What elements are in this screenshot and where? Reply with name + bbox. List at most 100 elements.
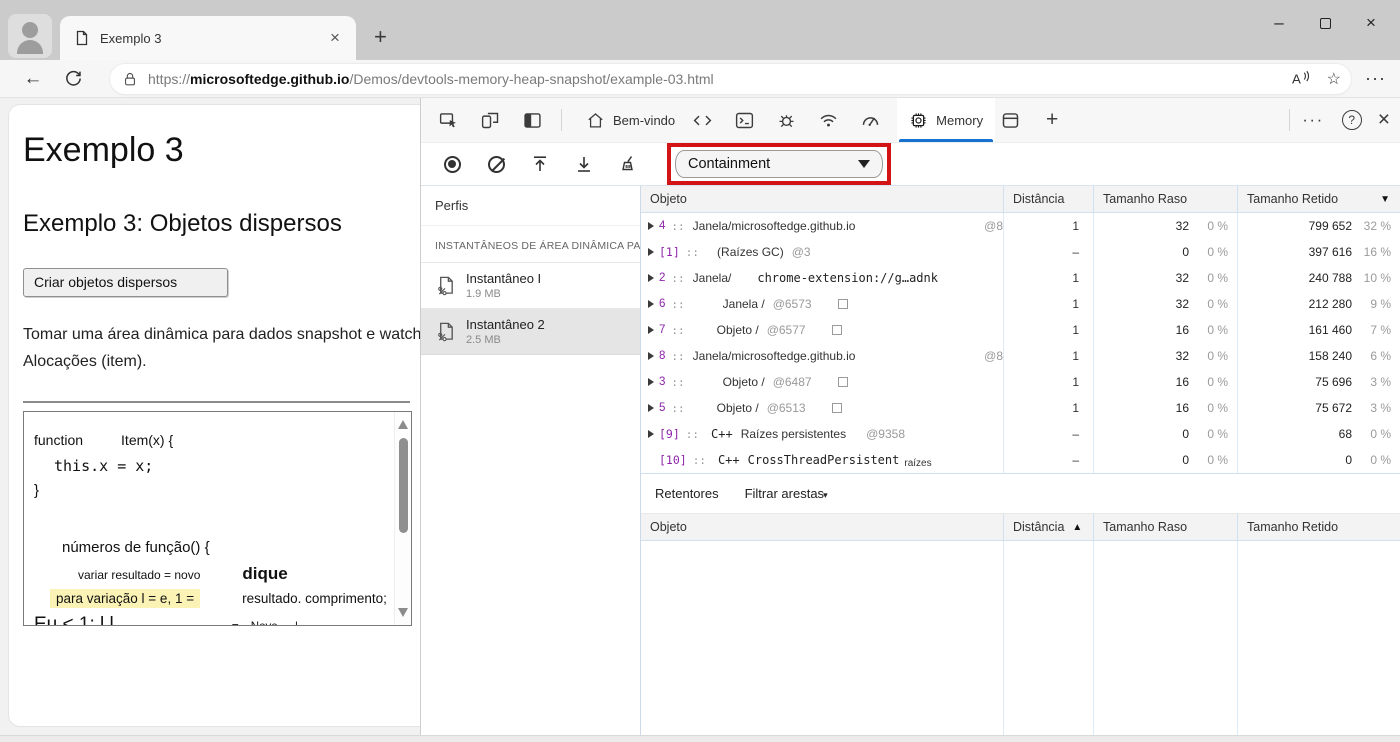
shallow-percent: 0 % bbox=[1189, 219, 1237, 233]
cell-distance: 1 bbox=[1004, 291, 1094, 317]
cell-distance: 1 bbox=[1004, 369, 1094, 395]
tab-performance-icon[interactable] bbox=[855, 105, 885, 135]
expand-icon[interactable] bbox=[648, 274, 654, 282]
cell-distance: 1 bbox=[1004, 343, 1094, 369]
maximize-button[interactable] bbox=[1302, 6, 1348, 40]
window-bottom-edge bbox=[0, 735, 1400, 742]
retained-percent: 0 % bbox=[1352, 453, 1400, 467]
devtools-more-icon[interactable]: ··· bbox=[1302, 110, 1323, 130]
shallow-value: 32 bbox=[1094, 349, 1189, 363]
heap-table-header: Objeto Distância Tamanho Raso Tamanho Re… bbox=[641, 186, 1400, 213]
code-line: Eu < 1; l l=Novo.| bbox=[34, 614, 387, 626]
profile-avatar[interactable] bbox=[8, 14, 52, 58]
browser-tab[interactable]: Exemplo 3 × bbox=[60, 16, 356, 60]
code-text: variar resultado = novo bbox=[78, 568, 200, 582]
column-object[interactable]: Objeto bbox=[641, 186, 1004, 212]
avatar-icon bbox=[22, 22, 38, 38]
code-block: functionItem(x) {this.x = x;}números de … bbox=[23, 411, 412, 626]
expand-icon[interactable] bbox=[648, 222, 654, 230]
snapshot-item[interactable]: Instantâneo I1.9 MB bbox=[421, 262, 640, 308]
column-retained-size[interactable]: Tamanho Retido ▼ bbox=[1238, 186, 1400, 212]
heap-row[interactable]: 7::Objeto /@65771160 %161 4607 % bbox=[641, 317, 1400, 343]
heap-row[interactable]: [1]::(Raízes GC)@3–00 %397 61616 % bbox=[641, 239, 1400, 265]
column-shallow-size[interactable]: Tamanho Raso bbox=[1094, 514, 1238, 540]
scroll-up-icon[interactable] bbox=[398, 420, 408, 429]
new-tab-button[interactable]: + bbox=[374, 24, 387, 50]
expand-icon[interactable] bbox=[648, 300, 654, 308]
retained-percent: 3 % bbox=[1352, 375, 1400, 389]
expand-icon[interactable] bbox=[648, 404, 654, 412]
column-distance[interactable]: Distância ▲ bbox=[1004, 514, 1094, 540]
expand-icon[interactable] bbox=[648, 326, 654, 334]
devtools-tabbar: Bem-vindo Memory bbox=[421, 98, 1400, 142]
expand-icon[interactable] bbox=[648, 248, 654, 256]
filter-edges-dropdown[interactable]: Filtrar arestas ▾ bbox=[745, 486, 828, 501]
device-emulation-icon[interactable] bbox=[475, 105, 505, 135]
expand-icon[interactable] bbox=[648, 430, 654, 438]
heap-row[interactable]: [9]::C++Raízes persistentes@9358–00 %680… bbox=[641, 421, 1400, 447]
object-index: 3 bbox=[659, 376, 665, 388]
heap-row[interactable]: 2::Janela/chrome-extension://g…adnk1320 … bbox=[641, 265, 1400, 291]
tab-welcome[interactable]: Bem-vindo bbox=[574, 98, 687, 142]
read-aloud-icon[interactable]: A bbox=[1290, 69, 1311, 88]
titlebar: Exemplo 3 × + – × bbox=[0, 0, 1400, 60]
dock-side-icon[interactable] bbox=[517, 105, 547, 135]
object-index: 5 bbox=[659, 402, 665, 414]
tab-elements-icon[interactable] bbox=[687, 105, 717, 135]
inspect-element-icon[interactable] bbox=[433, 105, 463, 135]
back-button[interactable]: ← bbox=[18, 68, 48, 90]
column-shallow-size[interactable]: Tamanho Raso bbox=[1094, 186, 1238, 212]
minimize-button[interactable]: – bbox=[1256, 6, 1302, 40]
memory-toolbar: Containment bbox=[421, 142, 1400, 186]
browser-more-icon[interactable]: ··· bbox=[1365, 68, 1386, 89]
column-distance[interactable]: Distância bbox=[1004, 186, 1094, 212]
webpage-pane: Exemplo 3 Exemplo 3: Objetos dispersos C… bbox=[0, 98, 420, 735]
heap-row[interactable]: 6::Janela /@65731320 %212 2809 % bbox=[641, 291, 1400, 317]
tab-console-icon[interactable] bbox=[729, 105, 759, 135]
heap-row[interactable]: 5::Objeto /@65131160 %75 6723 % bbox=[641, 395, 1400, 421]
heap-row[interactable]: 3::Objeto /@64871160 %75 6963 % bbox=[641, 369, 1400, 395]
shallow-percent: 0 % bbox=[1189, 323, 1237, 337]
more-tabs-plus-icon[interactable]: + bbox=[1037, 105, 1067, 135]
activity-bar-panel-icon[interactable] bbox=[995, 105, 1025, 135]
shallow-value: 0 bbox=[1094, 245, 1189, 259]
missing-glyph-box bbox=[838, 299, 848, 309]
scrollbar[interactable] bbox=[394, 412, 411, 625]
cell-distance: 1 bbox=[1004, 265, 1094, 291]
tab-close-icon[interactable]: × bbox=[324, 28, 346, 48]
code-text: Item(x) { bbox=[121, 432, 173, 448]
shallow-percent: 0 % bbox=[1189, 271, 1237, 285]
cell-object: 4::Janela/microsoftedge.github.io@8 bbox=[641, 213, 1004, 239]
cell-shallow-size: 00 % bbox=[1094, 421, 1238, 447]
close-button[interactable]: × bbox=[1348, 6, 1394, 40]
column-object[interactable]: Objeto bbox=[641, 514, 1004, 540]
create-objects-button[interactable]: Criar objetos dispersos bbox=[23, 268, 228, 297]
address-bar[interactable]: https://microsoftedge.github.io/Demos/de… bbox=[110, 64, 1351, 94]
favorites-star-icon[interactable]: ☆ bbox=[1327, 69, 1341, 89]
tab-debugger-icon[interactable] bbox=[771, 105, 801, 135]
object-name: Raízes persistentes bbox=[741, 427, 846, 441]
snapshot-item[interactable]: Instantâneo 22.5 MB bbox=[421, 308, 640, 355]
shallow-value: 16 bbox=[1094, 375, 1189, 389]
load-profile-icon[interactable] bbox=[529, 153, 551, 175]
shallow-percent: 0 % bbox=[1189, 401, 1237, 415]
scroll-thumb[interactable] bbox=[399, 438, 408, 533]
heap-snapshot-icon bbox=[435, 321, 456, 342]
record-snapshot-icon[interactable] bbox=[441, 153, 463, 175]
view-mode-select[interactable]: Containment bbox=[675, 150, 883, 178]
reload-button[interactable] bbox=[64, 69, 94, 88]
column-retained-size[interactable]: Tamanho Retido bbox=[1238, 514, 1400, 540]
help-icon[interactable]: ? bbox=[1342, 110, 1362, 130]
clear-icon[interactable] bbox=[485, 153, 507, 175]
devtools-close-icon[interactable]: × bbox=[1378, 108, 1390, 132]
tab-network-icon[interactable] bbox=[813, 105, 843, 135]
tab-memory[interactable]: Memory bbox=[897, 98, 995, 142]
heap-row[interactable]: 8::Janela/microsoftedge.github.io@81320 … bbox=[641, 343, 1400, 369]
heap-row[interactable]: 4::Janela/microsoftedge.github.io@81320 … bbox=[641, 213, 1400, 239]
heap-row[interactable]: [10]::C++CrossThreadPersistentraízes–00 … bbox=[641, 447, 1400, 473]
save-profile-icon[interactable] bbox=[573, 153, 595, 175]
expand-icon[interactable] bbox=[648, 378, 654, 386]
clear-all-profiles-broom-icon[interactable] bbox=[617, 153, 639, 175]
scroll-down-icon[interactable] bbox=[398, 608, 408, 617]
expand-icon[interactable] bbox=[648, 352, 654, 360]
